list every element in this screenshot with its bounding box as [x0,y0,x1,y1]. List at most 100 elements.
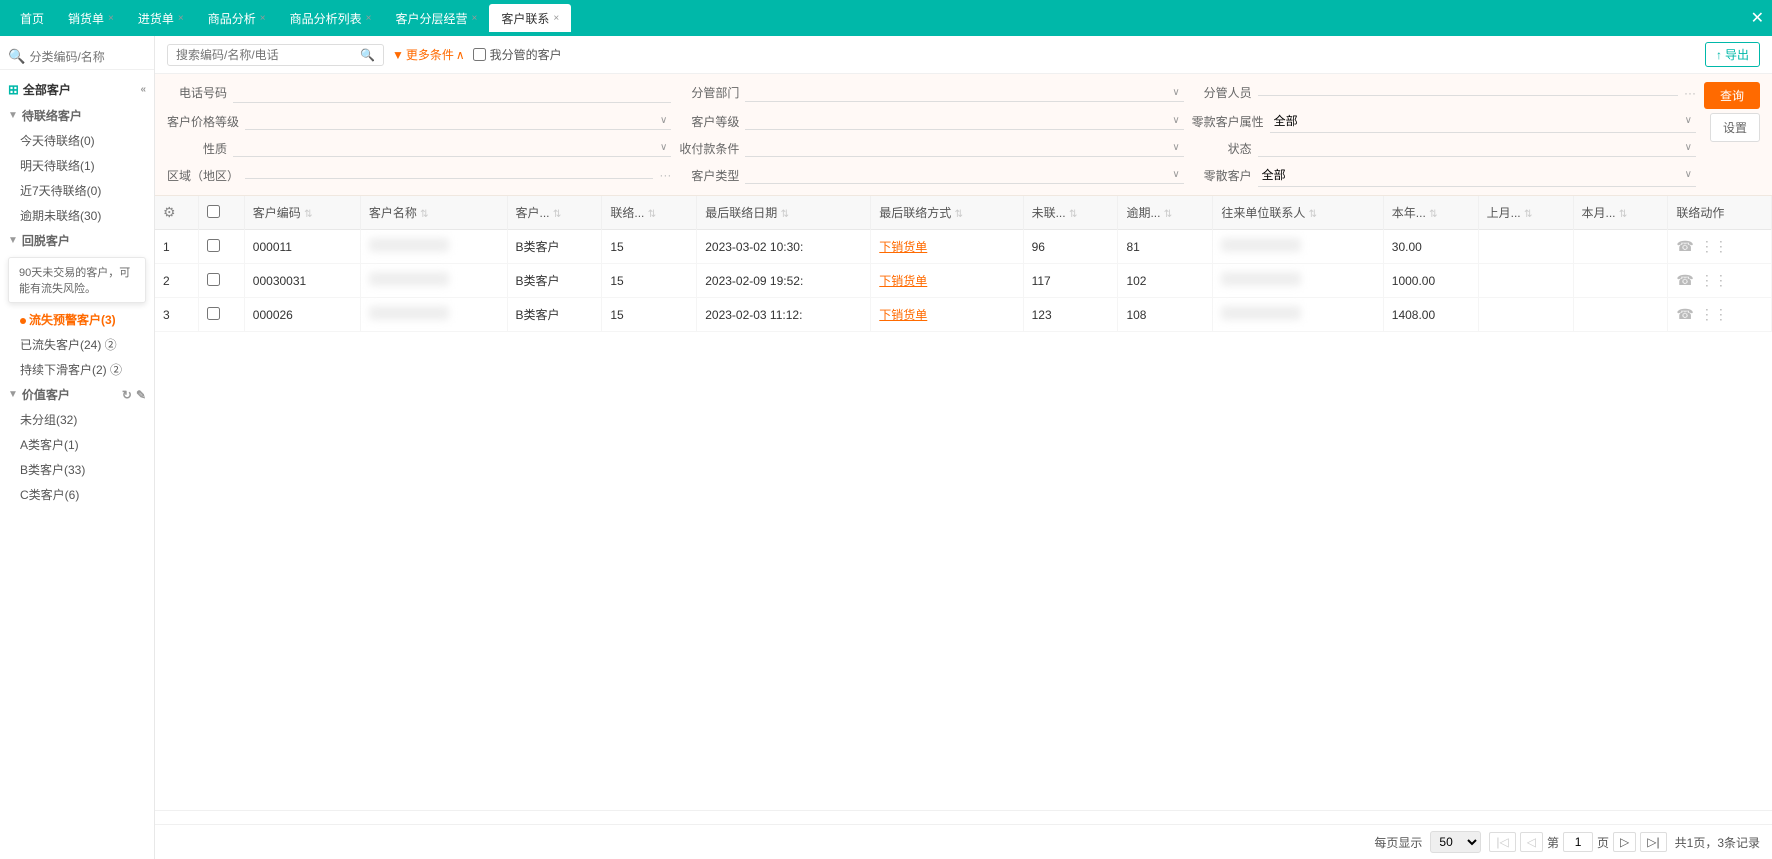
filter-gender-select[interactable]: ∨ [233,139,671,157]
filter-row-2: 客户价格等级 ∨ 客户等级 ∨ [167,109,1696,133]
tab-sales[interactable]: 销货单 × [56,4,126,32]
table-footer: 每页显示 50 100 |◁ ◁ 第 页 ▷ ▷| 共1页，3条记录 [155,824,1772,859]
col-name[interactable]: 客户名称 ⇅ [360,196,507,230]
tab-customer-layer-label: 客户分层经营 [395,10,467,27]
page-size-select[interactable]: 50 100 [1430,831,1481,853]
col-last-date[interactable]: 最后联络日期 ⇅ [697,196,871,230]
cell-no-contact: 96 [1023,230,1118,264]
cell-last-date: 2023-03-02 10:30: [697,230,871,264]
tab-customer-contact[interactable]: 客户联系 × [489,4,571,32]
tab-analysis-close[interactable]: × [260,13,266,24]
row-checkbox-0[interactable] [207,239,220,252]
my-customer-checkbox[interactable] [473,48,486,61]
sidebar-item-today-contact[interactable]: 今天待联络(0) [0,128,154,153]
filter-retail-select[interactable]: 全部 ∨ [1258,163,1696,187]
tab-purchase-close[interactable]: × [178,13,184,24]
next-page-btn[interactable]: ▷ [1613,832,1636,852]
action-more-icon[interactable]: ⋮⋮ [1700,272,1728,289]
section-value-customers[interactable]: ▼ 价值客户 ↻ ✎ [0,382,154,407]
tab-analysis-list[interactable]: 商品分析列表 × [278,4,384,32]
sidebar-item-b-class[interactable]: B类客户(33) [0,457,154,482]
tab-home[interactable]: 首页 [8,4,56,32]
col-overdue[interactable]: 逾期... ⇅ [1118,196,1213,230]
filter-receivable-select[interactable]: 全部 ∨ [1270,109,1696,133]
prev-page-btn[interactable]: ◁ [1520,832,1543,852]
sidebar-item-tomorrow-contact[interactable]: 明天待联络(1) [0,153,154,178]
search-icon[interactable]: 🔍 [360,48,375,62]
filter-payment-select[interactable]: ∨ [745,139,1183,157]
filter-person-dots[interactable]: ··· [1684,86,1696,100]
sidebar-item-ungrouped[interactable]: 未分组(32) [0,407,154,432]
action-more-icon[interactable]: ⋮⋮ [1700,306,1728,323]
select-all-checkbox[interactable] [207,205,220,218]
page-input[interactable] [1563,832,1593,852]
section-churn[interactable]: ▼ 回脱客户 [0,228,154,253]
cell-index: 2 [155,264,199,298]
col-type[interactable]: 客户... ⇅ [507,196,602,230]
col-unit-contact[interactable]: 往来单位联系人 ⇅ [1213,196,1383,230]
last-page-btn[interactable]: ▷| [1640,832,1666,852]
last-method-link[interactable]: 下销货单 [879,308,927,322]
filter-phone-label: 电话号码 [167,84,227,101]
sidebar-item-a-class[interactable]: A类客户(1) [0,432,154,457]
filter-person-select[interactable] [1258,89,1678,96]
tab-customer-layer[interactable]: 客户分层经营 × [383,4,489,32]
my-customer-label[interactable]: 我分管的客户 [473,46,562,63]
sidebar-all-customers[interactable]: ⊞ 全部客户 « [0,76,154,103]
filter-status-select[interactable]: ∨ [1258,139,1696,157]
cell-this-year: 1408.00 [1383,298,1478,332]
last-method-link[interactable]: 下销货单 [879,240,927,254]
sidebar-item-week-contact[interactable]: 近7天待联络(0) [0,178,154,203]
col-last-method[interactable]: 最后联络方式 ⇅ [871,196,1023,230]
tab-purchase[interactable]: 进货单 × [126,4,196,32]
first-page-btn[interactable]: |◁ [1489,832,1515,852]
col-contact-count[interactable]: 联络... ⇅ [602,196,697,230]
tab-analysis-list-close[interactable]: × [366,13,372,24]
col-this-month[interactable]: 本月... ⇅ [1573,196,1668,230]
section-pending-contact[interactable]: ▼ 待联络客户 [0,103,154,128]
toolbar: 🔍 ▼ 更多条件 ∧ 我分管的客户 ↑ 导出 [155,36,1772,74]
tab-analysis[interactable]: 商品分析 × [196,4,278,32]
action-more-icon[interactable]: ⋮⋮ [1700,238,1728,255]
row-checkbox-2[interactable] [207,307,220,320]
filter-cust-type-select[interactable]: ∨ [745,166,1183,184]
filter-dept-select[interactable]: ∨ [745,84,1183,102]
more-conditions-btn[interactable]: ▼ 更多条件 ∧ [392,46,465,63]
tab-customer-layer-close[interactable]: × [471,13,477,24]
row-checkbox-1[interactable] [207,273,220,286]
sidebar-item-c-class[interactable]: C类客户(6) [0,482,154,507]
export-button[interactable]: ↑ 导出 [1705,42,1760,67]
sidebar: 🔍 ⊞ 全部客户 « ▼ 待联络客户 今天待联络(0) 明天待联络(1) 近7天… [0,36,155,859]
filter-region-dots[interactable]: ··· [659,168,671,182]
edit-icon[interactable]: ✎ [136,388,146,402]
action-contact-icon[interactable]: ☎ [1676,272,1693,289]
sidebar-item-already-churned[interactable]: 已流失客户(24) ② [0,332,154,357]
sidebar-search-input[interactable] [29,50,155,64]
col-no-contact[interactable]: 未联... ⇅ [1023,196,1118,230]
gear-icon[interactable]: ⚙ [163,204,176,220]
filter-region-select[interactable] [245,172,653,179]
tab-sales-close[interactable]: × [108,13,114,24]
table-hscroll[interactable] [155,810,1772,824]
col-last-month[interactable]: 上月... ⇅ [1478,196,1573,230]
filter-price-label: 客户价格等级 [167,113,239,130]
last-method-link[interactable]: 下销货单 [879,274,927,288]
cell-no-contact: 117 [1023,264,1118,298]
cell-this-month [1573,264,1668,298]
filter-phone-input[interactable] [233,82,671,103]
filter-cust-grade-select[interactable]: ∨ [745,112,1183,130]
search-input[interactable] [176,48,356,62]
col-this-year[interactable]: 本年... ⇅ [1383,196,1478,230]
close-all-icon[interactable]: ✕ [1751,8,1764,28]
refresh-icon[interactable]: ↻ [122,388,132,402]
filter-price-select[interactable]: ∨ [245,112,671,130]
sidebar-item-overdue-contact[interactable]: 逾期未联络(30) [0,203,154,228]
sidebar-item-churn-warning[interactable]: 流失预警客户(3) [0,307,154,332]
settings-button[interactable]: 设置 [1710,113,1760,142]
sidebar-item-declining[interactable]: 持续下滑客户(2) ② [0,357,154,382]
action-contact-icon[interactable]: ☎ [1676,238,1693,255]
query-button[interactable]: 查询 [1704,82,1760,109]
tab-customer-contact-close[interactable]: × [553,13,559,24]
col-code[interactable]: 客户编码 ⇅ [244,196,360,230]
action-contact-icon[interactable]: ☎ [1676,306,1693,323]
